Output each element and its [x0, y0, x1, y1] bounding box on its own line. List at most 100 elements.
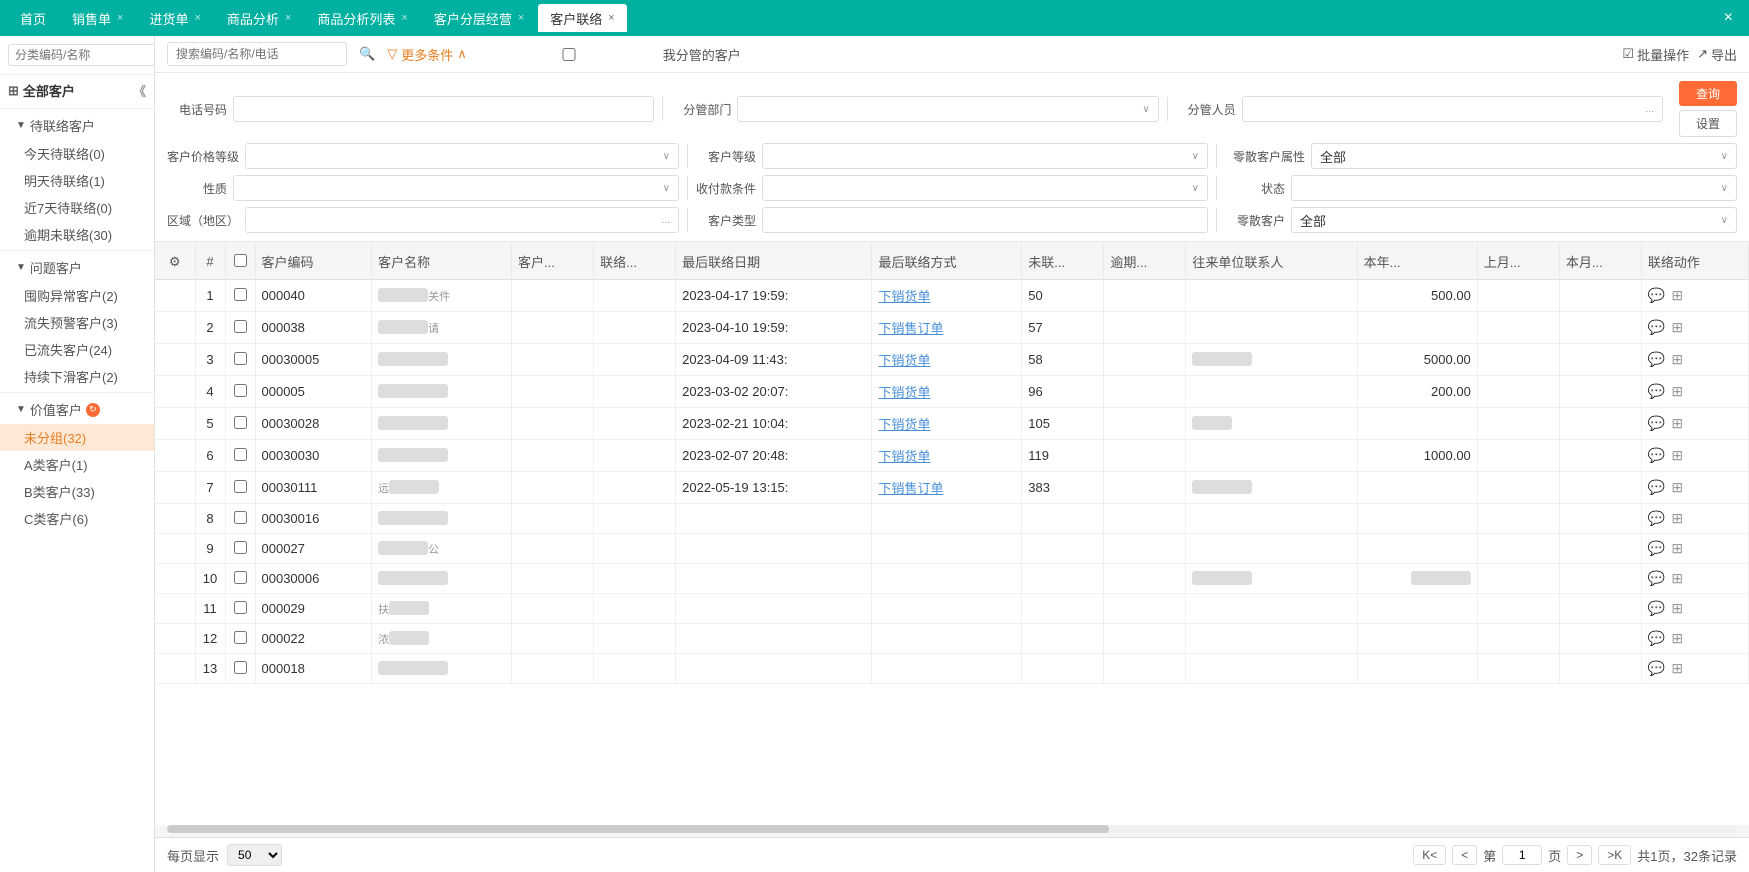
contact-method-link[interactable]: 下销货单 — [878, 385, 930, 400]
row-select[interactable] — [234, 480, 247, 493]
tab-product-analysis-list[interactable]: 商品分析列表 × — [305, 4, 419, 32]
close-icon[interactable]: × — [194, 12, 200, 24]
last-contact-method[interactable]: 下销售订单 — [872, 472, 1022, 504]
contact-method-link[interactable]: 下销售订单 — [878, 321, 943, 336]
row-checkbox[interactable] — [225, 280, 255, 312]
close-icon[interactable]: × — [285, 12, 291, 24]
close-icon[interactable]: × — [518, 12, 524, 24]
sidebar-group-pending[interactable]: ▼ 待联络客户 — [0, 111, 154, 140]
grid-action-icon[interactable]: ⊞ — [1671, 383, 1683, 400]
message-icon[interactable]: 💬 — [1648, 447, 1665, 464]
sidebar-search-input[interactable] — [8, 44, 155, 66]
row-select[interactable] — [234, 601, 247, 614]
next-page-button[interactable]: > — [1567, 845, 1592, 865]
contact-method-link[interactable]: 下销货单 — [878, 449, 930, 464]
last-contact-method[interactable] — [872, 564, 1022, 594]
customer-type-input[interactable] — [762, 207, 1208, 233]
customer-level-select[interactable]: ∨ — [762, 143, 1208, 169]
row-checkbox[interactable] — [225, 594, 255, 624]
grid-action-icon[interactable]: ⊞ — [1671, 510, 1683, 527]
tab-home[interactable]: 首页 — [8, 4, 58, 32]
grid-action-icon[interactable]: ⊞ — [1671, 479, 1683, 496]
retail-attr-select[interactable]: 全部 ∨ — [1311, 143, 1737, 169]
search-button[interactable]: 🔍 — [359, 46, 375, 62]
message-icon[interactable]: 💬 — [1648, 319, 1665, 336]
close-icon[interactable]: × — [117, 12, 123, 24]
message-icon[interactable]: 💬 — [1648, 540, 1665, 557]
row-checkbox[interactable] — [225, 344, 255, 376]
page-number-input[interactable] — [1502, 845, 1542, 865]
message-icon[interactable]: 💬 — [1648, 415, 1665, 432]
tab-sales-order[interactable]: 销售单 × — [60, 4, 135, 32]
row-select[interactable] — [234, 320, 247, 333]
row-checkbox[interactable] — [225, 504, 255, 534]
row-select[interactable] — [234, 511, 247, 524]
retail-customer-select[interactable]: 全部 ∨ — [1291, 207, 1737, 233]
refresh-badge[interactable]: ↻ — [86, 403, 100, 417]
manager-input[interactable]: ... — [1242, 96, 1663, 122]
close-icon[interactable]: × — [608, 12, 614, 24]
contact-method-link[interactable]: 下销货单 — [878, 353, 930, 368]
sidebar-item-7days-pending[interactable]: 近7天待联络(0) — [0, 194, 154, 221]
row-select[interactable] — [234, 631, 247, 644]
my-customers-checkbox[interactable]: 我分管的客户 — [479, 45, 741, 64]
last-contact-method[interactable] — [872, 594, 1022, 624]
grid-action-icon[interactable]: ⊞ — [1671, 660, 1683, 677]
last-contact-method[interactable]: 下销货单 — [872, 344, 1022, 376]
close-icon[interactable]: × — [401, 12, 407, 24]
price-level-select[interactable]: ∨ — [245, 143, 679, 169]
last-contact-method[interactable] — [872, 624, 1022, 654]
sidebar-item-class-c[interactable]: C类客户(6) — [0, 505, 154, 532]
grid-action-icon[interactable]: ⊞ — [1671, 351, 1683, 368]
last-contact-method[interactable]: 下销货单 — [872, 408, 1022, 440]
sidebar-item-today-pending[interactable]: 今天待联络(0) — [0, 140, 154, 167]
export-button[interactable]: ↗ 导出 — [1697, 45, 1737, 64]
grid-action-icon[interactable]: ⊞ — [1671, 600, 1683, 617]
last-contact-method[interactable] — [872, 654, 1022, 684]
row-select[interactable] — [234, 661, 247, 674]
last-contact-method[interactable]: 下销货单 — [872, 440, 1022, 472]
row-checkbox[interactable] — [225, 376, 255, 408]
row-checkbox[interactable] — [225, 472, 255, 504]
sidebar-all-customers[interactable]: ⊞ 全部客户 《 — [0, 75, 154, 106]
message-icon[interactable]: 💬 — [1648, 510, 1665, 527]
sidebar-item-class-b[interactable]: B类客户(33) — [0, 478, 154, 505]
first-page-button[interactable]: K< — [1413, 845, 1446, 865]
settings-th[interactable]: ⚙ — [155, 244, 195, 280]
dept-select[interactable]: ∨ — [737, 96, 1158, 122]
sidebar-item-overdue-uncontacted[interactable]: 逾期未联络(30) — [0, 221, 154, 248]
contact-method-link[interactable]: 下销售订单 — [878, 481, 943, 496]
last-page-button[interactable]: >K — [1598, 845, 1631, 865]
row-select[interactable] — [234, 448, 247, 461]
phone-input[interactable] — [233, 96, 654, 122]
row-select[interactable] — [234, 384, 247, 397]
reset-button[interactable]: 设置 — [1679, 110, 1737, 137]
sidebar-item-hoarding-abnormal[interactable]: 囤购异常客户(2) — [0, 282, 154, 309]
tab-customer-contact[interactable]: 客户联络 × — [538, 4, 626, 32]
row-select[interactable] — [234, 541, 247, 554]
sidebar-group-value[interactable]: ▼ 价值客户 ↻ — [0, 395, 154, 424]
collapse-icon[interactable]: 《 — [133, 81, 146, 100]
more-conditions-button[interactable]: ▽ 更多条件 ∧ — [387, 45, 467, 64]
contact-method-link[interactable]: 下销货单 — [878, 289, 930, 304]
row-select[interactable] — [234, 571, 247, 584]
region-input[interactable]: ... — [245, 207, 679, 233]
contact-method-link[interactable]: 下销货单 — [878, 417, 930, 432]
message-icon[interactable]: 💬 — [1648, 600, 1665, 617]
message-icon[interactable]: 💬 — [1648, 479, 1665, 496]
last-contact-method[interactable] — [872, 534, 1022, 564]
query-button[interactable]: 查询 — [1679, 81, 1737, 106]
checkbox-th[interactable] — [225, 244, 255, 280]
row-checkbox[interactable] — [225, 624, 255, 654]
tab-customer-segment[interactable]: 客户分层经营 × — [422, 4, 536, 32]
row-checkbox[interactable] — [225, 654, 255, 684]
message-icon[interactable]: 💬 — [1648, 630, 1665, 647]
row-checkbox[interactable] — [225, 534, 255, 564]
horizontal-scrollbar[interactable] — [167, 825, 1737, 833]
status-select[interactable]: ∨ — [1291, 175, 1737, 201]
grid-action-icon[interactable]: ⊞ — [1671, 287, 1683, 304]
tab-product-analysis[interactable]: 商品分析 × — [215, 4, 303, 32]
grid-action-icon[interactable]: ⊞ — [1671, 540, 1683, 557]
last-contact-method[interactable]: 下销售订单 — [872, 312, 1022, 344]
sidebar-item-declining[interactable]: 持续下滑客户(2) — [0, 363, 154, 390]
